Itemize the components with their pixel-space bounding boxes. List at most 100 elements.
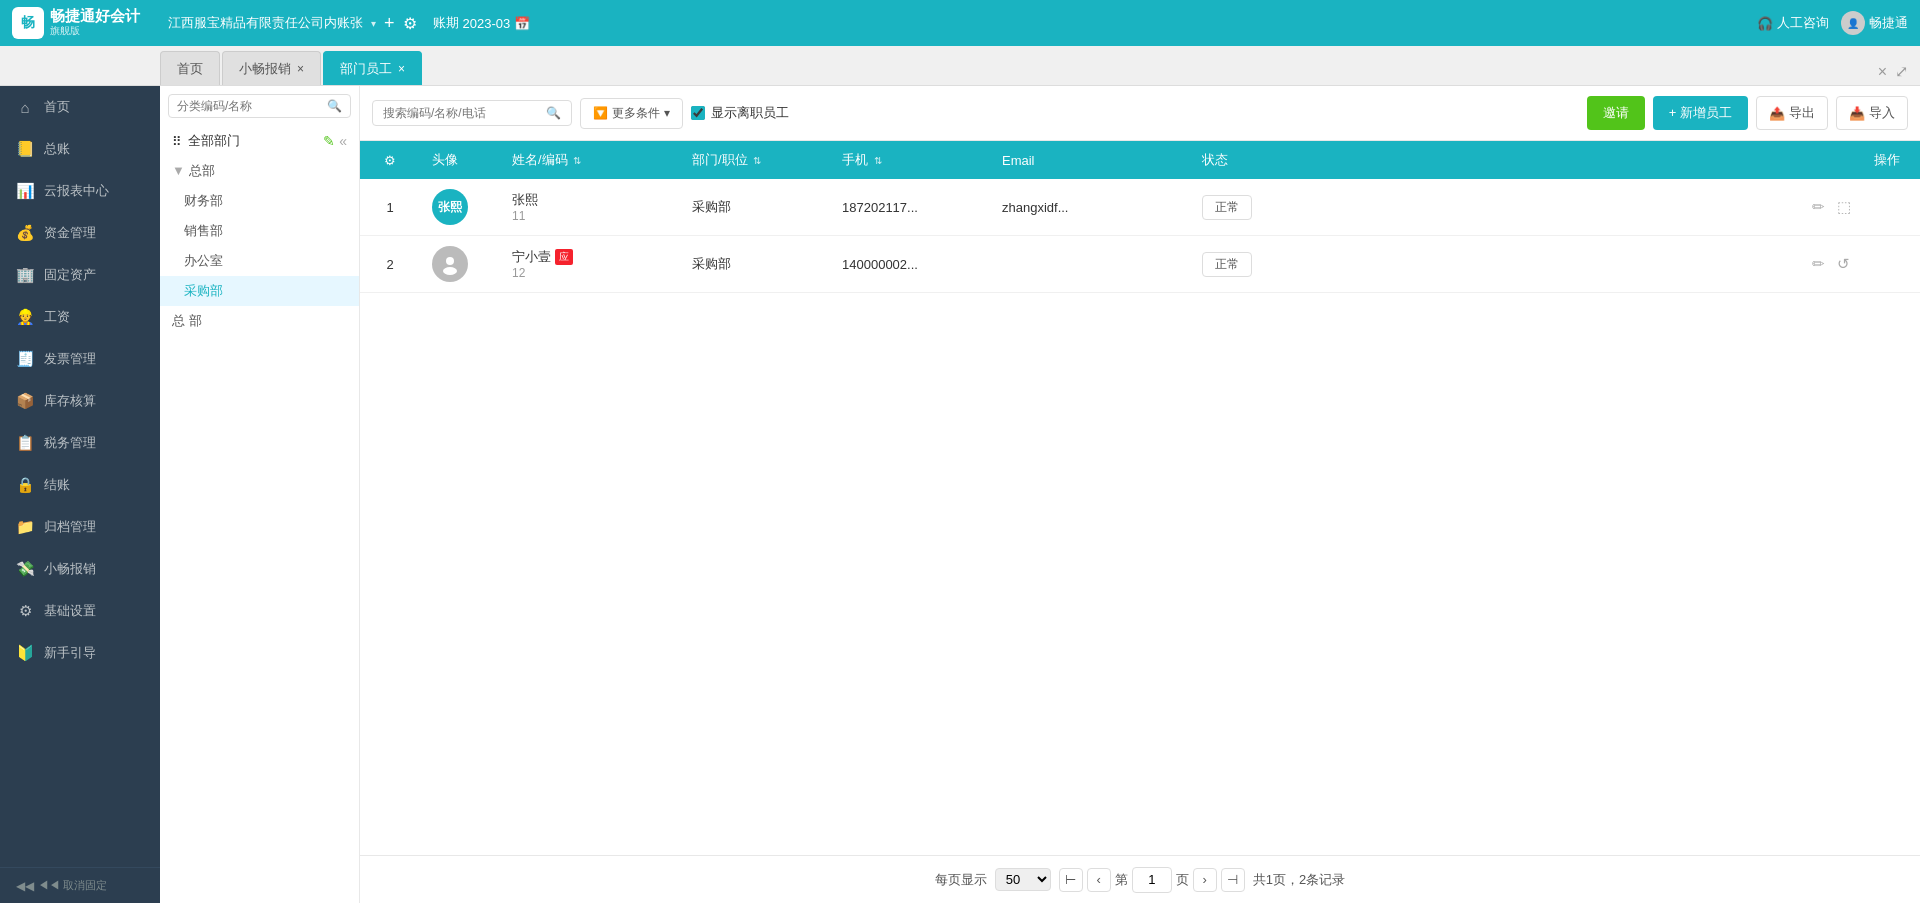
sidebar-item-general-ledger[interactable]: 📒 总账 [0, 128, 160, 170]
employee-search-box[interactable]: 🔍 [372, 100, 572, 126]
filter-button[interactable]: 🔽 更多条件 ▾ [580, 98, 683, 129]
sidebar-item-invoice-label: 发票管理 [44, 350, 96, 368]
tax-icon: 📋 [16, 434, 34, 452]
row2-tag: 应 [555, 249, 573, 265]
settings-nav-icon: ⚙ [16, 602, 34, 620]
calendar-icon: 📅 [514, 16, 530, 31]
all-dept-header[interactable]: ⠿ 全部部门 ✎ « [160, 126, 359, 156]
row1-code: 11 [512, 209, 668, 223]
main-area: ⌂ 首页 📒 总账 📊 云报表中心 💰 资金管理 🏢 固定资产 👷 工资 🧾 发… [0, 86, 1920, 903]
col-dept[interactable]: 部门/职位 ⇅ [680, 141, 830, 179]
period-value: 2023-03 [463, 16, 511, 31]
col-action: 操作 [1800, 141, 1920, 179]
row2-avatar [432, 246, 468, 282]
sidebar-item-close[interactable]: 🔒 结账 [0, 464, 160, 506]
guide-icon: 🔰 [16, 644, 34, 662]
settings-col-icon[interactable]: ⚙ [384, 153, 396, 168]
dept-search-box[interactable]: 🔍 [168, 94, 351, 118]
user-menu[interactable]: 👤 畅捷通 [1841, 11, 1908, 35]
per-page-label: 每页显示 [935, 871, 987, 889]
row2-email [990, 236, 1190, 293]
top-header: 畅 畅捷通好会计 旗舰版 江西服宝精品有限责任公司内账张 ▾ + ⚙ 账期 20… [0, 0, 1920, 46]
dept-node-general[interactable]: ▼总部 [160, 156, 359, 186]
collapse-dept-icon[interactable]: « [339, 133, 347, 149]
export-button[interactable]: 📤 导出 [1756, 96, 1828, 130]
pagination: 每页显示 50 10 20 100 ⊢ ‹ 第 [360, 855, 1920, 903]
dept-node-general2[interactable]: 总 部 [160, 306, 359, 336]
name-sort-icon: ⇅ [573, 155, 581, 166]
per-page-selector[interactable]: 50 10 20 100 [995, 868, 1051, 891]
col-name[interactable]: 姓名/编码 ⇅ [500, 141, 680, 179]
row1-logout-icon[interactable]: ⬚ [1837, 198, 1851, 216]
tab-expense[interactable]: 小畅报销 × [222, 51, 321, 85]
tab-expense-close[interactable]: × [297, 62, 304, 76]
window-close-icon[interactable]: × [1878, 63, 1887, 81]
ledger-icon: 📒 [16, 140, 34, 158]
page-number-input[interactable] [1132, 867, 1172, 893]
show-resigned-checkbox[interactable] [691, 106, 705, 120]
row2-edit-icon[interactable]: ✏ [1812, 255, 1825, 273]
sidebar-item-inventory[interactable]: 📦 库存核算 [0, 380, 160, 422]
row2-refresh-icon[interactable]: ↺ [1837, 255, 1850, 273]
row2-name-code: 宁小壹 应 12 [512, 248, 668, 280]
tab-employee-close[interactable]: × [398, 62, 405, 76]
sidebar-item-archive[interactable]: 📁 归档管理 [0, 506, 160, 548]
sidebar-item-home[interactable]: ⌂ 首页 [0, 86, 160, 128]
company-selector[interactable]: 江西服宝精品有限责任公司内账张 ▾ [168, 14, 376, 32]
dept-search-input[interactable] [177, 99, 327, 113]
table-row: 2 宁小壹 [360, 236, 1920, 293]
add-employee-button[interactable]: + 新增员工 [1653, 96, 1748, 130]
row1-status-badge: 正常 [1202, 195, 1252, 220]
row1-name-code: 张熙 11 [512, 191, 668, 223]
sidebar-item-settings[interactable]: ⚙ 基础设置 [0, 590, 160, 632]
sidebar-item-general-ledger-label: 总账 [44, 140, 70, 158]
filter-label: 更多条件 [612, 105, 660, 122]
svg-point-0 [446, 257, 454, 265]
last-page-button[interactable]: ⊣ [1221, 868, 1245, 892]
col-phone[interactable]: 手机 ⇅ [830, 141, 990, 179]
sidebar-pin-button[interactable]: ◀◀ ◀◀ 取消固定 [0, 867, 160, 903]
tab-employee[interactable]: 部门员工 × [323, 51, 422, 85]
period-selector[interactable]: 账期 2023-03 📅 [433, 14, 531, 32]
next-page-button[interactable]: › [1193, 868, 1217, 892]
funds-icon: 💰 [16, 224, 34, 242]
sidebar-item-xiaochang[interactable]: 💸 小畅报销 [0, 548, 160, 590]
add-company-button[interactable]: + [384, 13, 395, 34]
payroll-icon: 👷 [16, 308, 34, 326]
window-expand-icon[interactable]: ⤢ [1895, 62, 1908, 81]
assets-icon: 🏢 [16, 266, 34, 284]
import-button[interactable]: 📥 导入 [1836, 96, 1908, 130]
row2-actions: ✏ ↺ [1812, 255, 1908, 273]
employee-table: ⚙ 头像 姓名/编码 ⇅ 部门/职位 ⇅ 手机 ⇅ [360, 141, 1920, 293]
prev-page-button[interactable]: ‹ [1087, 868, 1111, 892]
dept-node-office[interactable]: 办公室 [160, 246, 359, 276]
reports-icon: 📊 [16, 182, 34, 200]
col-email: Email [990, 141, 1190, 179]
sidebar-item-funds[interactable]: 💰 资金管理 [0, 212, 160, 254]
tab-home[interactable]: 首页 [160, 51, 220, 85]
inventory-icon: 📦 [16, 392, 34, 410]
row1-edit-icon[interactable]: ✏ [1812, 198, 1825, 216]
logo-icon: 畅 [12, 7, 44, 39]
dept-node-sales[interactable]: 销售部 [160, 216, 359, 246]
invite-button[interactable]: 邀请 [1587, 96, 1645, 130]
row1-name: 张熙 [512, 191, 668, 209]
sidebar-item-reports[interactable]: 📊 云报表中心 [0, 170, 160, 212]
sidebar-item-tax[interactable]: 📋 税务管理 [0, 422, 160, 464]
xiaochang-icon: 💸 [16, 560, 34, 578]
sidebar-item-guide[interactable]: 🔰 新手引导 [0, 632, 160, 674]
edit-dept-icon[interactable]: ✎ [323, 133, 335, 149]
sidebar-item-invoice[interactable]: 🧾 发票管理 [0, 338, 160, 380]
col-status: 状态 [1190, 141, 1800, 179]
service-button[interactable]: 🎧 人工咨询 [1757, 14, 1829, 32]
employee-search-input[interactable] [383, 106, 546, 120]
content-inner: 🔍 ⠿ 全部部门 ✎ « ▼总部 财务部 [160, 86, 1920, 903]
show-resigned-label[interactable]: 显示离职员工 [691, 104, 789, 122]
first-page-button[interactable]: ⊢ [1059, 868, 1083, 892]
sidebar-item-fixed-assets[interactable]: 🏢 固定资产 [0, 254, 160, 296]
dept-node-purchase[interactable]: 采购部 [160, 276, 359, 306]
dept-node-finance[interactable]: 财务部 [160, 186, 359, 216]
sidebar-item-payroll[interactable]: 👷 工资 [0, 296, 160, 338]
settings-icon[interactable]: ⚙ [403, 14, 417, 33]
per-page-select[interactable]: 50 10 20 100 [995, 868, 1051, 891]
